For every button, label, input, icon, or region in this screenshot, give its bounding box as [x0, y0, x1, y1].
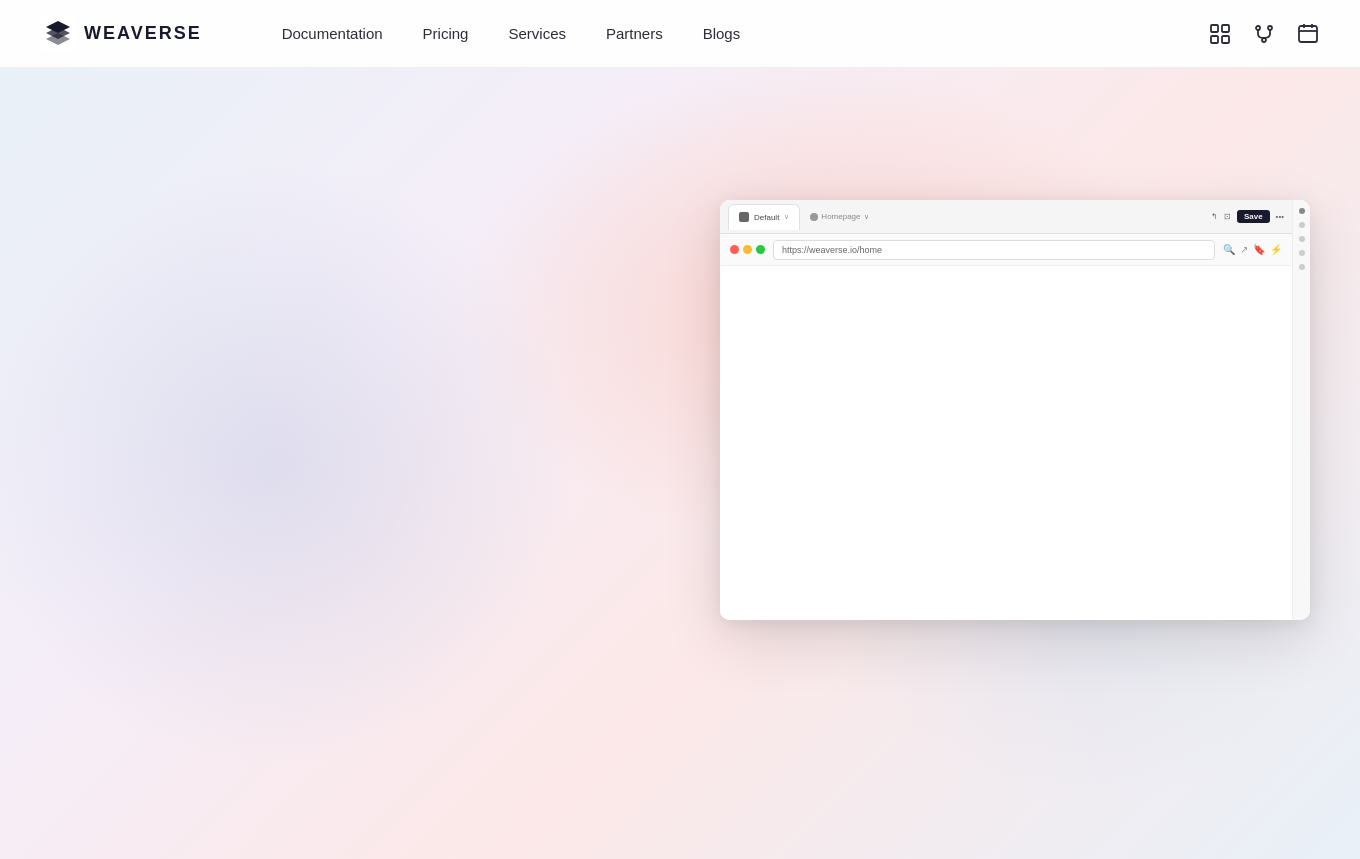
browser-sidebar [1292, 200, 1310, 620]
traffic-lights [730, 245, 765, 254]
logo[interactable]: WEAVERSE [40, 16, 202, 52]
tab-homepage: Homepage ∨ [810, 212, 868, 221]
browser-content [720, 266, 1292, 620]
nav-link-pricing[interactable]: Pricing [423, 25, 469, 42]
svg-rect-4 [1211, 25, 1218, 32]
browser-tab-active[interactable]: Default ∨ [728, 204, 800, 230]
toolbar-icon-1[interactable]: ↰ [1211, 212, 1218, 221]
toolbar-icon-3[interactable]: ••• [1276, 212, 1284, 221]
address-actions: 🔍 ↗ 🔖 ⚡ [1223, 244, 1282, 255]
browser-address-bar: https://weaverse.io/home 🔍 ↗ 🔖 ⚡ [720, 234, 1292, 266]
navbar: WEAVERSE Documentation Pricing Services … [0, 0, 1360, 68]
nav-link-services[interactable]: Services [508, 25, 566, 42]
sidebar-dot-1[interactable] [1299, 208, 1305, 214]
bookmark-icon[interactable]: 🔖 [1253, 244, 1265, 255]
logo-text: WEAVERSE [84, 23, 202, 44]
svg-point-8 [1256, 26, 1260, 30]
browser-mockup: Default ∨ Homepage ∨ ↰ ⊡ Save ••• ht [720, 200, 1310, 620]
svg-rect-5 [1222, 25, 1229, 32]
traffic-light-yellow[interactable] [743, 245, 752, 254]
svg-rect-13 [1299, 26, 1317, 42]
save-button[interactable]: Save [1237, 210, 1270, 223]
nav-link-blogs[interactable]: Blogs [703, 25, 741, 42]
traffic-light-red[interactable] [730, 245, 739, 254]
nav-link-documentation[interactable]: Documentation [282, 25, 383, 42]
sidebar-dot-4[interactable] [1299, 250, 1305, 256]
apps-icon[interactable] [1208, 22, 1232, 46]
address-url: https://weaverse.io/home [782, 245, 882, 255]
extension-icon[interactable]: ⚡ [1270, 244, 1282, 255]
search-icon[interactable]: 🔍 [1223, 244, 1235, 255]
svg-point-9 [1268, 26, 1272, 30]
svg-rect-7 [1222, 36, 1229, 43]
toolbar-icon-2[interactable]: ⊡ [1224, 212, 1231, 221]
sidebar-dot-2[interactable] [1299, 222, 1305, 228]
tab-label: Default [754, 213, 779, 222]
address-bar-input[interactable]: https://weaverse.io/home [773, 240, 1215, 260]
logo-icon [40, 16, 76, 52]
git-icon[interactable] [1252, 22, 1276, 46]
svg-rect-6 [1211, 36, 1218, 43]
browser-main: Default ∨ Homepage ∨ ↰ ⊡ Save ••• ht [720, 200, 1292, 620]
nav-actions [1208, 22, 1320, 46]
tab-favicon [739, 212, 749, 222]
sidebar-dot-3[interactable] [1299, 236, 1305, 242]
sidebar-dot-5[interactable] [1299, 264, 1305, 270]
browser-toolbar-right: ↰ ⊡ Save ••• [1211, 210, 1284, 223]
nav-link-partners[interactable]: Partners [606, 25, 663, 42]
calendar-icon[interactable] [1296, 22, 1320, 46]
traffic-light-green[interactable] [756, 245, 765, 254]
browser-tabs-bar: Default ∨ Homepage ∨ ↰ ⊡ Save ••• [720, 200, 1292, 234]
share-icon[interactable]: ↗ [1240, 244, 1248, 255]
nav-links: Documentation Pricing Services Partners … [282, 25, 1208, 42]
tab-label-2: ∨ [784, 213, 789, 221]
